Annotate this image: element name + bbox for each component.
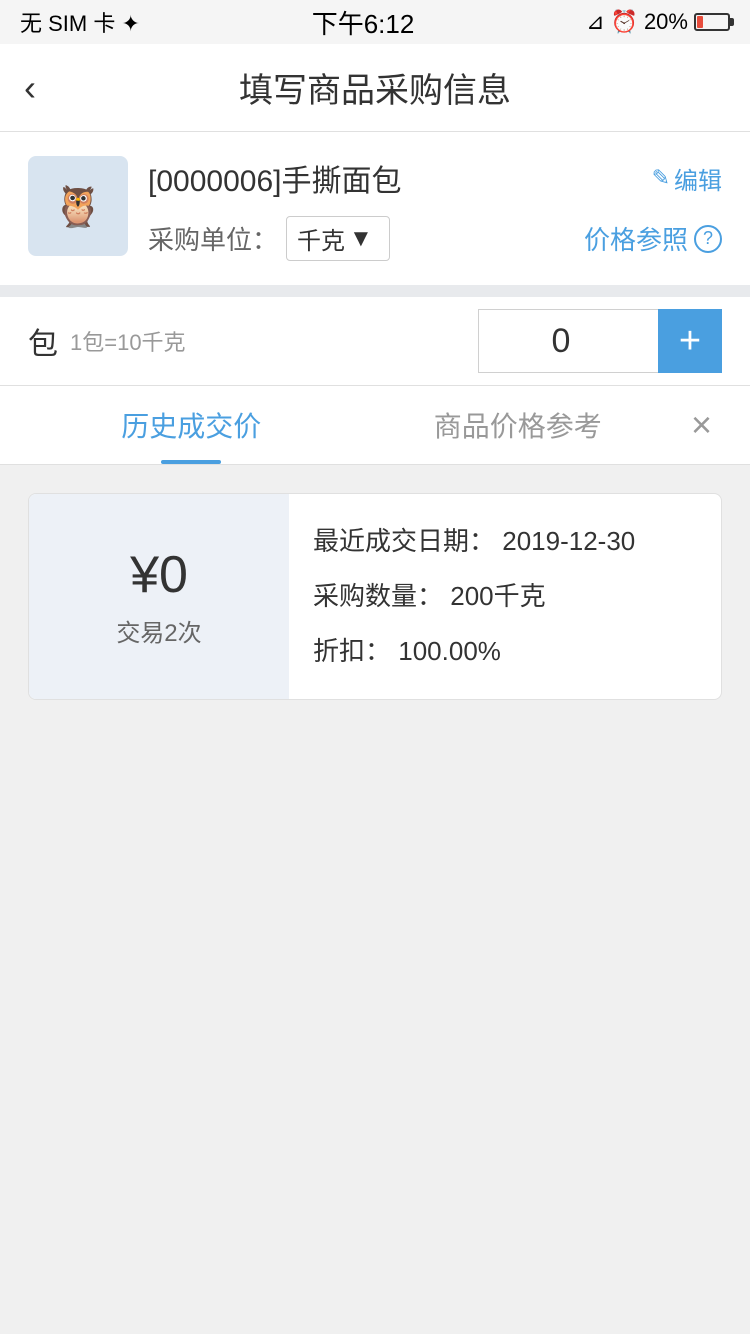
tab-bar: 历史成交价 商品价格参考 × [0,385,750,465]
recent-date-value: 2019-12-30 [502,526,635,556]
tab-product-price-ref[interactable]: 商品价格参考 [354,386,680,464]
edit-icon: ✎ [652,165,670,191]
unit-label-text: 采购单位： [148,220,278,257]
product-info: [0000006]手撕面包 ✎ 编辑 采购单位： 千克 ▼ 价格参照 ? [148,156,722,261]
status-right: ⊿ ⏰ 20% [586,9,730,35]
sim-label: 无 SIM 卡 ✦ [20,6,140,38]
status-bar: 无 SIM 卡 ✦ 下午6:12 ⊿ ⏰ 20% [0,0,750,44]
status-left: 无 SIM 卡 ✦ [20,6,140,38]
tab-history-label: 历史成交价 [121,405,261,445]
tab-history-price[interactable]: 历史成交价 [28,386,354,464]
quantity-input-group: + [478,309,722,373]
tab-active-indicator [161,460,221,464]
history-card: ¥0 交易2次 最近成交日期： 2019-12-30 采购数量： 200千克 折… [28,493,722,700]
product-header: [0000006]手撕面包 ✎ 编辑 [148,156,722,200]
edit-label: 编辑 [674,161,722,196]
product-name: [0000006]手撕面包 [148,156,401,200]
battery-percent: 20% [644,9,688,35]
back-button[interactable]: ‹ [24,67,36,109]
tab-product-label: 商品价格参考 [434,405,602,445]
quantity-input[interactable] [478,309,658,373]
unit-select[interactable]: 千克 ▼ [286,216,390,261]
product-name-text: 手撕面包 [281,165,401,198]
quantity-label-group: 包 1包=10千克 [28,319,186,363]
discount-value: 100.00% [398,636,501,666]
unit-value: 千克 [297,221,345,256]
product-unit-row: 采购单位： 千克 ▼ 价格参照 ? [148,216,722,261]
quantity-plus-button[interactable]: + [658,309,722,373]
quantity-label: 采购数量： [313,581,443,611]
status-time: 下午6:12 [312,4,415,41]
product-logo-icon: 🦉 [53,183,103,230]
discount-row: 折扣： 100.00% [313,632,697,671]
price-ref-button[interactable]: 价格参照 ? [584,220,722,257]
history-detail-panel: 最近成交日期： 2019-12-30 采购数量： 200千克 折扣： 100.0… [289,494,721,699]
price-ref-help-icon: ? [694,225,722,253]
discount-label: 折扣： [313,636,391,666]
edit-button[interactable]: ✎ 编辑 [652,161,722,196]
section-divider [0,285,750,297]
quantity-row: 包 1包=10千克 + [0,297,750,385]
history-price-panel: ¥0 交易2次 [29,494,289,699]
history-trades-count: 交易2次 [116,613,201,648]
product-id: [0000006] [148,165,281,198]
alarm-icon: ⏰ [611,9,638,35]
product-image: 🦉 [28,156,128,256]
page-title: 填写商品采购信息 [239,63,511,112]
recent-date-row: 最近成交日期： 2019-12-30 [313,522,697,561]
history-price-value: ¥0 [130,545,188,605]
unit-dropdown-arrow: ▼ [349,225,373,253]
quantity-unit-big: 包 [28,319,58,363]
product-card: 🦉 [0000006]手撕面包 ✎ 编辑 采购单位： 千克 ▼ 价格参照 ? [0,132,750,285]
unit-label: 采购单位： 千克 ▼ [148,216,390,261]
quantity-value: 200千克 [450,581,545,611]
nav-bar: ‹ 填写商品采购信息 [0,44,750,132]
history-section: ¥0 交易2次 最近成交日期： 2019-12-30 采购数量： 200千克 折… [0,465,750,728]
quantity-row-detail: 采购数量： 200千克 [313,577,697,616]
battery-icon [694,13,730,31]
price-ref-label: 价格参照 [584,220,688,257]
location-icon: ⊿ [586,9,604,35]
tab-close-button[interactable]: × [681,404,722,446]
recent-date-label: 最近成交日期： [313,526,495,556]
quantity-unit-small: 1包=10千克 [70,325,186,357]
